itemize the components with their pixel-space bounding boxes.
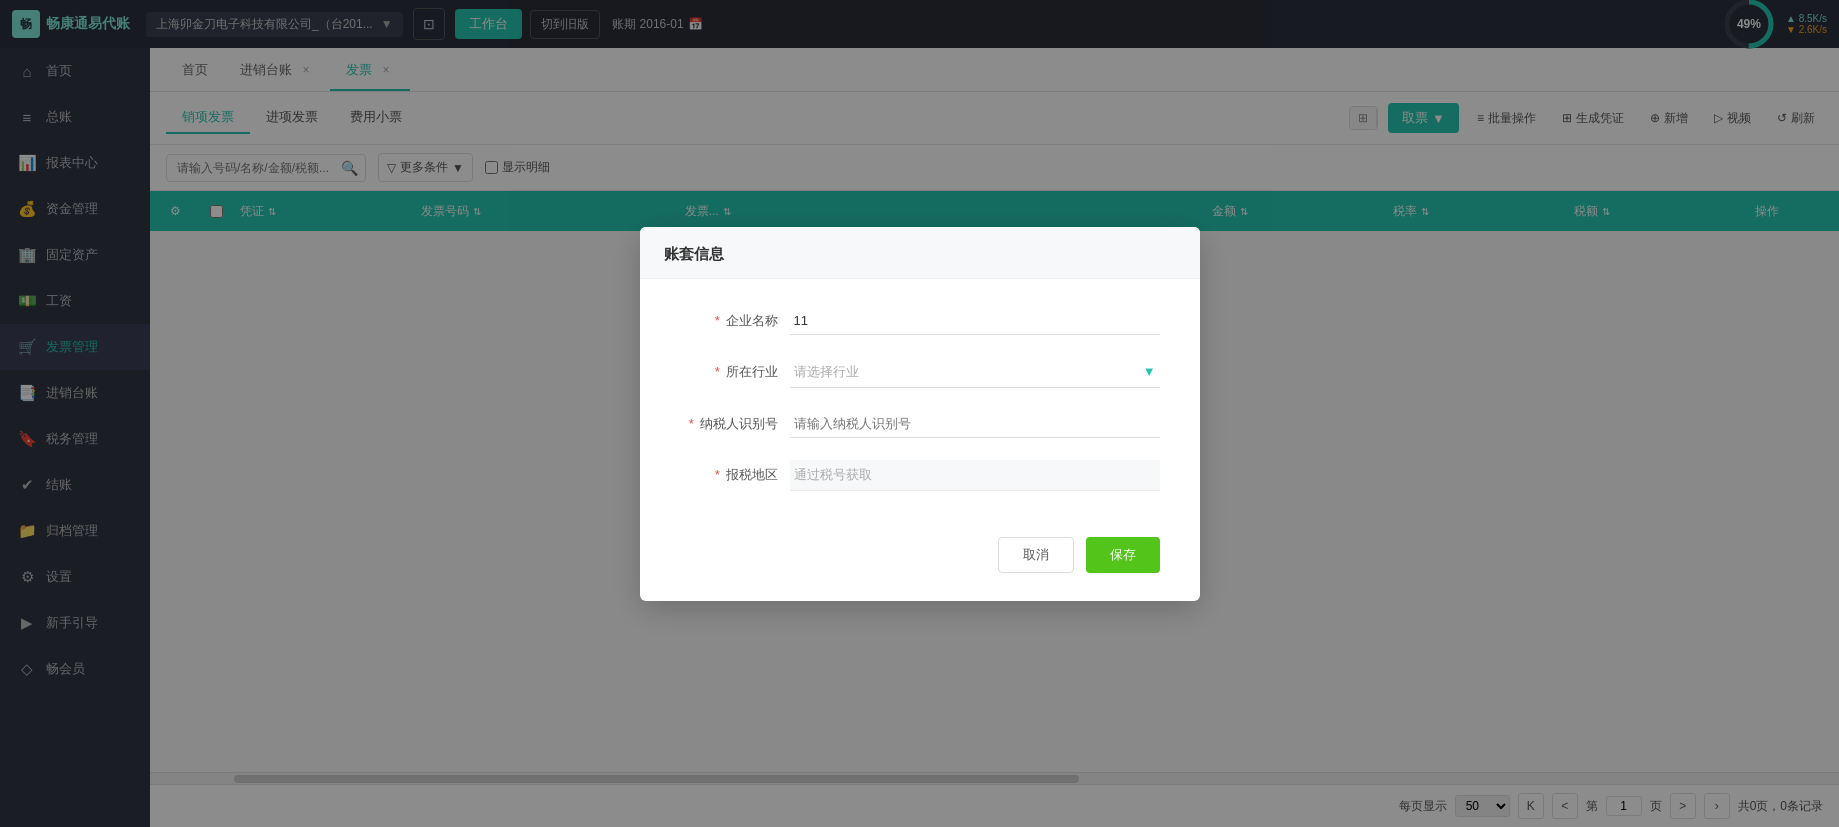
industry-label: * 所在行业 xyxy=(680,363,790,381)
company-name-input[interactable] xyxy=(790,307,1160,335)
tax-id-label: * 纳税人识别号 xyxy=(680,415,790,433)
form-row-tax-region: * 报税地区 通过税号获取 xyxy=(680,460,1160,491)
tax-region-input: 通过税号获取 xyxy=(790,460,1160,491)
industry-dropdown-icon: ▼ xyxy=(1143,364,1156,379)
modal-footer: 取消 保存 xyxy=(640,537,1200,601)
save-button[interactable]: 保存 xyxy=(1086,537,1160,573)
form-row-industry: * 所在行业 请选择行业 ▼ xyxy=(680,357,1160,388)
form-row-company: * 企业名称 xyxy=(680,307,1160,335)
account-info-modal: 账套信息 * 企业名称 * 所在行业 请选择行业 ▼ xyxy=(640,227,1200,601)
modal-overlay: 账套信息 * 企业名称 * 所在行业 请选择行业 ▼ xyxy=(0,0,1839,827)
tax-region-label: * 报税地区 xyxy=(680,466,790,484)
modal-title: 账套信息 xyxy=(664,245,724,262)
company-name-label: * 企业名称 xyxy=(680,312,790,330)
modal-body: * 企业名称 * 所在行业 请选择行业 ▼ * xyxy=(640,279,1200,537)
form-row-tax-id: * 纳税人识别号 xyxy=(680,410,1160,438)
industry-select[interactable]: 请选择行业 ▼ xyxy=(790,357,1160,388)
cancel-button[interactable]: 取消 xyxy=(998,537,1074,573)
industry-placeholder: 请选择行业 xyxy=(794,363,859,381)
modal-header: 账套信息 xyxy=(640,227,1200,279)
tax-id-input[interactable] xyxy=(790,410,1160,438)
